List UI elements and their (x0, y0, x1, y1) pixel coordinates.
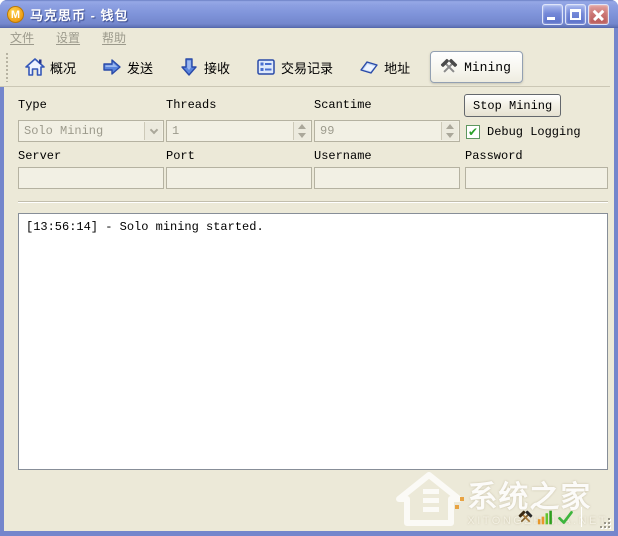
password-label: Password (465, 149, 523, 163)
tab-addresses-label: 地址 (384, 60, 411, 76)
close-button[interactable] (588, 4, 609, 25)
address-book-icon (360, 61, 378, 74)
spinner-buttons (441, 122, 458, 140)
mining-log-area[interactable]: [13:56:14] - Solo mining started. (18, 213, 608, 470)
debug-logging-label: Debug Logging (487, 125, 581, 139)
window-title: 马克思币 - 钱包 (30, 7, 129, 23)
toolbar-gripper[interactable] (5, 52, 9, 82)
tab-overview-label: 概况 (50, 60, 77, 76)
mining-type-value: Solo Mining (24, 124, 104, 138)
debug-logging-checkbox[interactable]: ✔ Debug Logging (466, 125, 581, 139)
resize-grip[interactable] (598, 516, 611, 529)
tab-send-label: 发送 (127, 60, 154, 76)
tab-overview[interactable]: 概况 (19, 52, 82, 82)
password-input[interactable] (465, 167, 608, 189)
spin-down-icon[interactable] (294, 131, 310, 140)
tab-mining-label: Mining (464, 59, 511, 75)
scantime-spinbox[interactable]: 99 (314, 120, 460, 142)
tab-addresses[interactable]: 地址 (353, 52, 416, 82)
scantime-label: Scantime (314, 98, 372, 112)
tab-receive[interactable]: 接收 (173, 52, 236, 82)
mining-type-select[interactable]: Solo Mining (18, 120, 164, 142)
stop-mining-button[interactable]: Stop Mining (464, 94, 562, 117)
maximize-button[interactable] (565, 4, 586, 25)
app-window: M 马克思币 - 钱包 文件 设置 帮助 概况 发送 接收 交易记录 地址 Mi… (0, 0, 618, 536)
sync-ok-icon[interactable] (557, 509, 574, 526)
app-icon: M (7, 5, 24, 23)
spin-up-icon[interactable] (442, 122, 458, 131)
scantime-value: 99 (320, 124, 335, 138)
log-line: [13:56:14] - Solo mining started. (26, 220, 264, 234)
spin-down-icon[interactable] (442, 131, 458, 140)
tab-send[interactable]: 发送 (96, 52, 159, 82)
statusbar (4, 470, 614, 531)
menu-settings[interactable]: 设置 (56, 29, 80, 46)
username-label: Username (314, 149, 372, 163)
port-label: Port (166, 149, 195, 163)
transactions-icon (257, 59, 275, 75)
username-input[interactable] (314, 167, 460, 189)
menubar: 文件 设置 帮助 (0, 28, 610, 48)
separator-line (18, 201, 608, 203)
chevron-down-icon (149, 125, 158, 134)
threads-value: 1 (172, 124, 180, 138)
statusbar-separator (581, 507, 582, 527)
mining-hammers-icon (441, 58, 458, 73)
tab-transactions[interactable]: 交易记录 (250, 52, 339, 82)
threads-spinbox[interactable]: 1 (166, 120, 312, 142)
server-input[interactable] (18, 167, 164, 189)
spin-up-icon[interactable] (294, 122, 310, 131)
tab-receive-label: 接收 (204, 60, 231, 76)
menu-help[interactable]: 帮助 (102, 29, 126, 46)
type-label: Type (18, 98, 47, 112)
server-label: Server (18, 149, 62, 163)
combo-dropdown-arrow (144, 122, 162, 140)
arrow-right-icon (103, 59, 121, 75)
maximize-icon (570, 9, 581, 20)
mining-active-icon[interactable] (517, 509, 534, 526)
spinner-buttons (293, 122, 310, 140)
tab-mining[interactable]: Mining (430, 51, 523, 83)
minimize-icon (547, 17, 555, 20)
tab-transactions-label: 交易记录 (281, 60, 334, 76)
connections-icon[interactable] (537, 509, 554, 526)
arrow-down-icon (181, 58, 197, 76)
checkbox-check-icon: ✔ (466, 125, 480, 139)
close-icon (589, 5, 608, 24)
titlebar[interactable]: M 马克思币 - 钱包 (0, 0, 618, 28)
home-icon (25, 58, 45, 76)
threads-label: Threads (166, 98, 217, 112)
minimize-button[interactable] (542, 4, 563, 25)
toolbar: 概况 发送 接收 交易记录 地址 Mining (0, 48, 610, 87)
port-input[interactable] (166, 167, 312, 189)
menu-file[interactable]: 文件 (10, 29, 34, 46)
